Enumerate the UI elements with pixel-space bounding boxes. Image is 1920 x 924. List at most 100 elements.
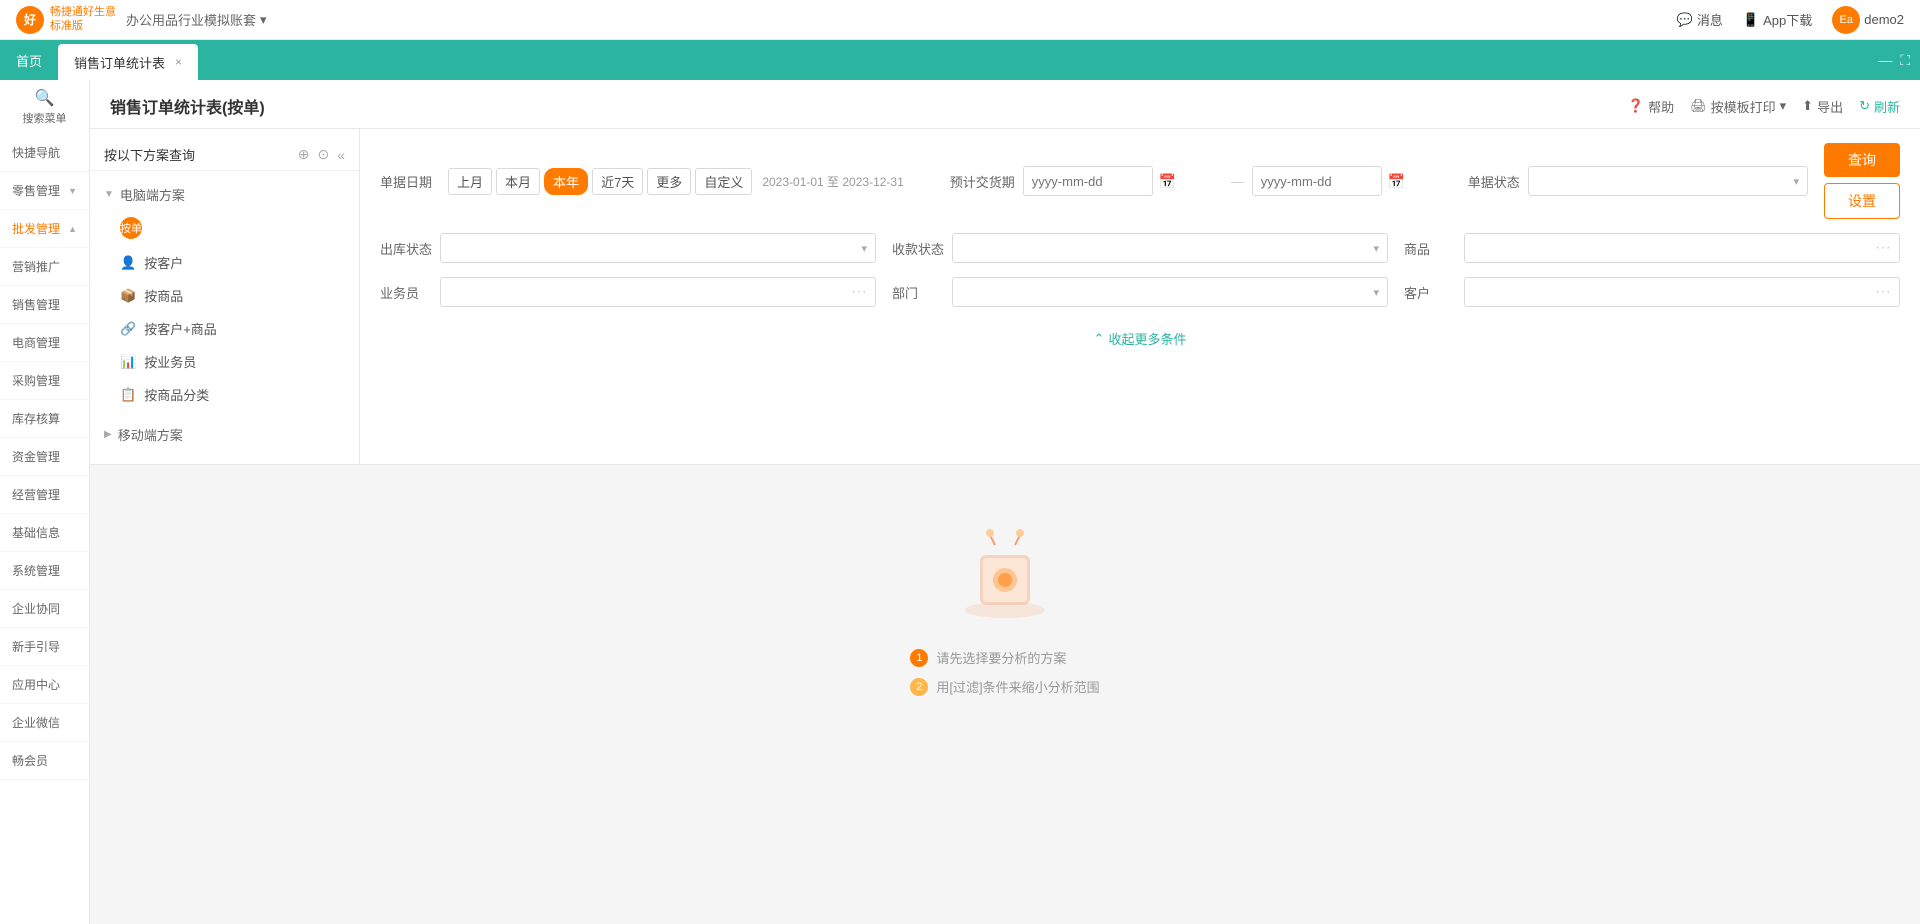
maximize-button[interactable]: ⛶ [1900, 52, 1910, 69]
scheme-panel: 按以下方案查询 ⊕ ⊙ « ▼ 电脑端方案 按单 👤 按客户 [90, 129, 360, 464]
sidebar-item-basic-info[interactable]: 基础信息 [0, 514, 89, 552]
avatar: Ea [1832, 6, 1860, 34]
tab-active[interactable]: 销售订单统计表 × [58, 44, 198, 80]
minimize-button[interactable]: — [1878, 52, 1892, 68]
empty-tips: 1 请先选择要分析的方案 2 用[过滤]条件来缩小分析范围 [910, 648, 1099, 696]
sidebar-item-enterprise[interactable]: 企业协同 [0, 590, 89, 628]
sidebar-item-retail[interactable]: 零售管理 [0, 172, 89, 210]
scheme-group-header-desktop[interactable]: ▼ 电脑端方案 [90, 179, 359, 210]
filter-rows-container: 单据日期 上月 本月 本年 近7天 更多 自定义 2023-01-01 至 20… [360, 129, 1920, 307]
status-select[interactable]: ▾ [1528, 166, 1808, 196]
calendar-end-icon[interactable]: 📅 [1388, 173, 1405, 190]
sidebar-item-sales[interactable]: 销售管理 [0, 286, 89, 324]
status-select-arrow: ▾ [1793, 175, 1799, 188]
date-range-display: 2023-01-01 至 2023-12-31 [762, 173, 903, 190]
sidebar-item-wholesale[interactable]: 批发管理 [0, 210, 89, 248]
sidebar-item-member[interactable]: 畅会员 [0, 742, 89, 780]
sidebar-item-inventory[interactable]: 库存核算 [0, 400, 89, 438]
empty-tip-1: 1 请先选择要分析的方案 [910, 648, 1099, 667]
search-icon: 🔍 [35, 88, 55, 108]
ship-status-arrow: ▾ [861, 242, 867, 255]
company-selector[interactable]: 办公用品行业模拟账套 ▾ [126, 10, 267, 29]
scheme-salesperson-icon: 📊 [120, 354, 136, 370]
tab-close-button[interactable]: × [175, 55, 182, 69]
top-bar-right: 💬 消息 📱 App下载 Ea demo2 [1677, 6, 1904, 34]
expected-date-start-input[interactable] [1023, 166, 1153, 196]
scheme-combo-icon: 🔗 [120, 321, 136, 337]
sidebar-item-purchase[interactable]: 采购管理 [0, 362, 89, 400]
help-button[interactable]: ❓ 帮助 [1628, 97, 1674, 116]
sidebar-item-system[interactable]: 系统管理 [0, 552, 89, 590]
scheme-desktop-group: ▼ 电脑端方案 按单 👤 按客户 📦 按商品 🔗 [90, 175, 359, 415]
scheme-panel-header: 按以下方案查询 ⊕ ⊙ « [90, 139, 359, 171]
customer-select[interactable]: ··· [1464, 277, 1900, 307]
expected-date-start: 📅 [1023, 166, 1223, 196]
date-btn-custom[interactable]: 自定义 [695, 168, 752, 195]
scheme-collapse-button[interactable]: « [337, 147, 345, 163]
scheme-product-icon: 📦 [120, 288, 136, 304]
scheme-item-by-customer-product[interactable]: 🔗 按客户+商品 [90, 312, 359, 345]
date-btn-this-month[interactable]: 本月 [496, 168, 540, 195]
receipt-status-select[interactable]: ▾ [952, 233, 1388, 263]
logo-text: 畅捷通好生意 标准版 [50, 6, 116, 32]
customer-more-icon: ··· [1875, 283, 1891, 301]
query-button[interactable]: 查询 [1824, 143, 1900, 177]
department-select[interactable]: ▾ [952, 277, 1388, 307]
phone-icon: 📱 [1743, 12, 1759, 28]
user-menu[interactable]: Ea demo2 [1832, 6, 1904, 34]
goods-more-icon: ··· [1875, 239, 1891, 257]
date-btn-7days[interactable]: 近7天 [592, 168, 643, 195]
export-icon: ⬆ [1802, 98, 1813, 114]
sidebar-item-operations[interactable]: 经营管理 [0, 476, 89, 514]
export-button[interactable]: ⬆ 导出 [1802, 97, 1843, 116]
customer-group: 客户 ··· [1404, 277, 1900, 307]
refresh-button[interactable]: ↻ 刷新 [1859, 97, 1900, 116]
sidebar-item-finance[interactable]: 资金管理 [0, 438, 89, 476]
calendar-start-icon[interactable]: 📅 [1159, 173, 1176, 190]
empty-illustration [945, 525, 1065, 628]
add-scheme-button[interactable]: ⊕ [298, 146, 310, 163]
salesperson-group: 业务员 ··· [380, 277, 876, 307]
scheme-mobile-group: ▶ 移动端方案 [90, 415, 359, 454]
template-print-button[interactable]: 🖨 按模板打印 ▾ [1690, 97, 1786, 116]
goods-select[interactable]: ··· [1464, 233, 1900, 263]
help-icon: ❓ [1628, 98, 1644, 114]
app-download-button[interactable]: 📱 App下载 [1743, 10, 1812, 29]
expected-date-end-input[interactable] [1252, 166, 1382, 196]
scheme-item-by-order[interactable]: 按单 [90, 210, 359, 246]
sidebar-item-appcenter[interactable]: 应用中心 [0, 666, 89, 704]
date-btn-this-year[interactable]: 本年 [544, 168, 588, 195]
salesperson-select[interactable]: ··· [440, 277, 876, 307]
salesperson-label: 业务员 [380, 283, 432, 302]
date-btn-more[interactable]: 更多 [647, 168, 691, 195]
ship-status-select[interactable]: ▾ [440, 233, 876, 263]
sidebar-item-wechat[interactable]: 企业微信 [0, 704, 89, 742]
expected-date-label: 预计交货期 [950, 172, 1015, 191]
scheme-item-by-product[interactable]: 📦 按商品 [90, 279, 359, 312]
date-btn-last-month[interactable]: 上月 [448, 168, 492, 195]
collapse-button[interactable]: ⌃ 收起更多条件 [360, 321, 1920, 356]
salesperson-more-icon: ··· [851, 283, 867, 301]
receipt-status-label: 收款状态 [892, 239, 944, 258]
scheme-item-by-category[interactable]: 📋 按商品分类 [90, 378, 359, 411]
sidebar-search[interactable]: 🔍 搜索菜单 [0, 80, 89, 134]
date-buttons-group: 上月 本月 本年 近7天 更多 自定义 2023-01-01 至 2023-12… [448, 168, 904, 195]
sidebar-item-newbie[interactable]: 新手引导 [0, 628, 89, 666]
scheme-settings-button[interactable]: ⊙ [317, 146, 329, 163]
tab-home[interactable]: 首页 [0, 40, 58, 80]
scheme-group-header-mobile[interactable]: ▶ 移动端方案 [90, 419, 359, 450]
scheme-item-by-salesperson[interactable]: 📊 按业务员 [90, 345, 359, 378]
sidebar-item-ecommerce[interactable]: 电商管理 [0, 324, 89, 362]
setting-button[interactable]: 设置 [1824, 183, 1900, 219]
ship-status-group: 出库状态 ▾ [380, 233, 876, 263]
date-label: 单据日期 [380, 172, 432, 191]
receipt-status-group: 收款状态 ▾ [892, 233, 1388, 263]
message-button[interactable]: 💬 消息 [1677, 10, 1723, 29]
sidebar-item-quick-nav[interactable]: 快捷导航 [0, 134, 89, 172]
sidebar-item-marketing[interactable]: 营销推广 [0, 248, 89, 286]
filter-row-1: 单据日期 上月 本月 本年 近7天 更多 自定义 2023-01-01 至 20… [380, 143, 1900, 219]
scheme-customer-icon: 👤 [120, 255, 136, 271]
empty-state: 1 请先选择要分析的方案 2 用[过滤]条件来缩小分析范围 [90, 465, 1920, 756]
scheme-item-by-customer[interactable]: 👤 按客户 [90, 246, 359, 279]
status-group: 单据状态 ▾ [1468, 166, 1808, 196]
